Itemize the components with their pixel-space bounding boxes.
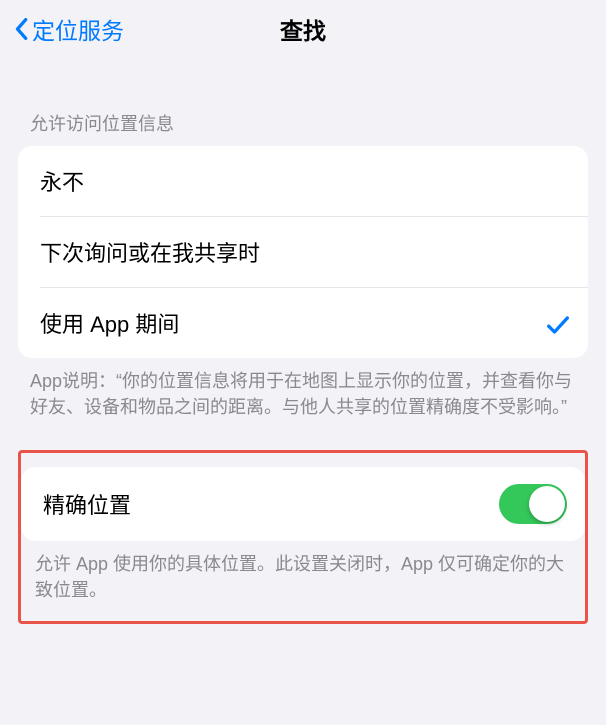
location-access-group: 永不 下次询问或在我共享时 使用 App 期间: [18, 146, 588, 358]
section-footer-precise: 允许 App 使用你的具体位置。此设置关闭时，App 仅可确定你的大致位置。: [21, 541, 585, 603]
content: 允许访问位置信息 永不 下次询问或在我共享时 使用 App 期间 App说明：“…: [0, 58, 606, 624]
page-title: 查找: [280, 12, 326, 46]
option-label: 使用 App 期间: [40, 307, 179, 339]
section-header-access: 允许访问位置信息: [0, 110, 606, 146]
toggle-label: 精确位置: [43, 488, 131, 520]
highlight-box: 精确位置 允许 App 使用你的具体位置。此设置关闭时，App 仅可确定你的大致…: [18, 450, 588, 624]
back-label: 定位服务: [32, 12, 124, 46]
option-while-using[interactable]: 使用 App 期间: [40, 287, 588, 358]
option-ask-next-time[interactable]: 下次询问或在我共享时: [40, 216, 588, 287]
precise-location-group: 精确位置: [21, 467, 585, 541]
nav-bar: 定位服务 查找: [0, 0, 606, 58]
section-footer-access: App说明：“你的位置信息将用于在地图上显示你的位置，并查看你与好友、设备和物品…: [0, 358, 606, 420]
chevron-left-icon: [12, 15, 30, 43]
option-label: 下次询问或在我共享时: [40, 236, 260, 268]
toggle-knob: [529, 486, 565, 522]
checkmark-icon: [544, 311, 568, 335]
back-button[interactable]: 定位服务: [8, 12, 124, 46]
option-never[interactable]: 永不: [18, 146, 588, 216]
precise-location-toggle[interactable]: [499, 484, 567, 524]
precise-location-row: 精确位置: [21, 467, 585, 541]
option-label: 永不: [40, 165, 84, 197]
